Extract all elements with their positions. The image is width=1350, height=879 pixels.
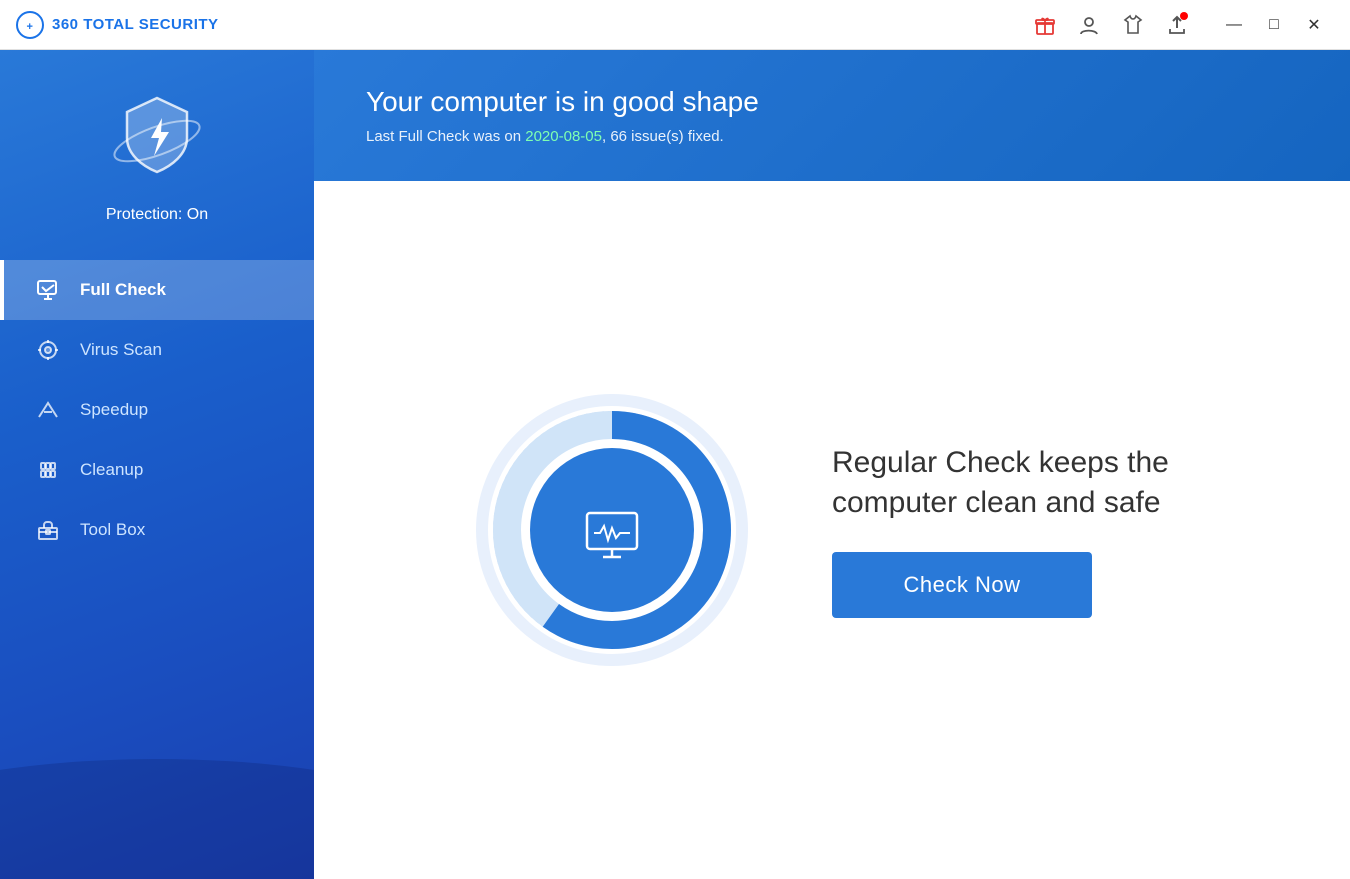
protection-label: Protection: On: [106, 206, 208, 224]
sidebar-item-cleanup[interactable]: Cleanup: [0, 440, 314, 500]
full-check-icon: [36, 278, 60, 302]
app-title: + 360 TOTAL SECURITY: [16, 11, 219, 39]
svg-text:+: +: [27, 21, 34, 33]
shield-logo-icon: [107, 86, 207, 186]
donut-svg: [472, 390, 752, 670]
sidebar-speedup-label: Speedup: [80, 400, 148, 420]
maximize-button[interactable]: □: [1254, 7, 1294, 43]
virus-scan-icon: [36, 338, 60, 362]
subtitle-prefix: Last Full Check was on: [366, 128, 525, 145]
sidebar-logo: Protection: On: [106, 86, 208, 224]
shirt-icon: [1122, 14, 1144, 36]
check-now-button[interactable]: Check Now: [832, 552, 1092, 618]
sidebar-item-virus-scan[interactable]: Virus Scan: [0, 320, 314, 380]
upload-button[interactable]: [1162, 10, 1192, 40]
shirt-button[interactable]: [1118, 10, 1148, 40]
tagline-text: Regular Check keeps the computer clean a…: [832, 443, 1192, 524]
sidebar-item-speedup[interactable]: Speedup: [0, 380, 314, 440]
sidebar-cleanup-label: Cleanup: [80, 460, 143, 480]
cleanup-icon: [36, 458, 60, 482]
sidebar-nav: Full Check Virus Scan: [0, 260, 314, 560]
main-layout: Protection: On Full Check: [0, 50, 1350, 879]
donut-chart: [472, 390, 752, 670]
gift-icon: [1034, 14, 1056, 36]
subtitle-suffix: , 66 issue(s) fixed.: [602, 128, 724, 145]
gift-button[interactable]: [1030, 10, 1060, 40]
sidebar-item-toolbox[interactable]: Tool Box: [0, 500, 314, 560]
user-icon: [1078, 14, 1100, 36]
sidebar-toolbox-label: Tool Box: [80, 520, 145, 540]
content-header: Your computer is in good shape Last Full…: [314, 50, 1350, 181]
window-controls: — □ ✕: [1214, 7, 1334, 43]
title-bar: + 360 TOTAL SECURITY: [0, 0, 1350, 50]
status-title: Your computer is in good shape: [366, 86, 1298, 118]
speedup-icon: [36, 398, 60, 422]
minimize-button[interactable]: —: [1214, 7, 1254, 43]
sidebar-item-full-check[interactable]: Full Check: [0, 260, 314, 320]
upload-icon: [1166, 14, 1188, 36]
sidebar: Protection: On Full Check: [0, 50, 314, 879]
content-right: Regular Check keeps the computer clean a…: [832, 443, 1192, 618]
toolbox-icon: [36, 518, 60, 542]
user-button[interactable]: [1074, 10, 1104, 40]
status-subtitle: Last Full Check was on 2020-08-05, 66 is…: [366, 128, 1298, 145]
sidebar-full-check-label: Full Check: [80, 280, 166, 300]
sidebar-virus-scan-label: Virus Scan: [80, 340, 162, 360]
content-area: Your computer is in good shape Last Full…: [314, 50, 1350, 879]
app-logo-icon: +: [16, 11, 44, 39]
titlebar-right: — □ ✕: [1030, 7, 1334, 43]
last-check-date: 2020-08-05: [525, 128, 602, 145]
content-body: Regular Check keeps the computer clean a…: [314, 181, 1350, 879]
close-button[interactable]: ✕: [1294, 7, 1334, 43]
